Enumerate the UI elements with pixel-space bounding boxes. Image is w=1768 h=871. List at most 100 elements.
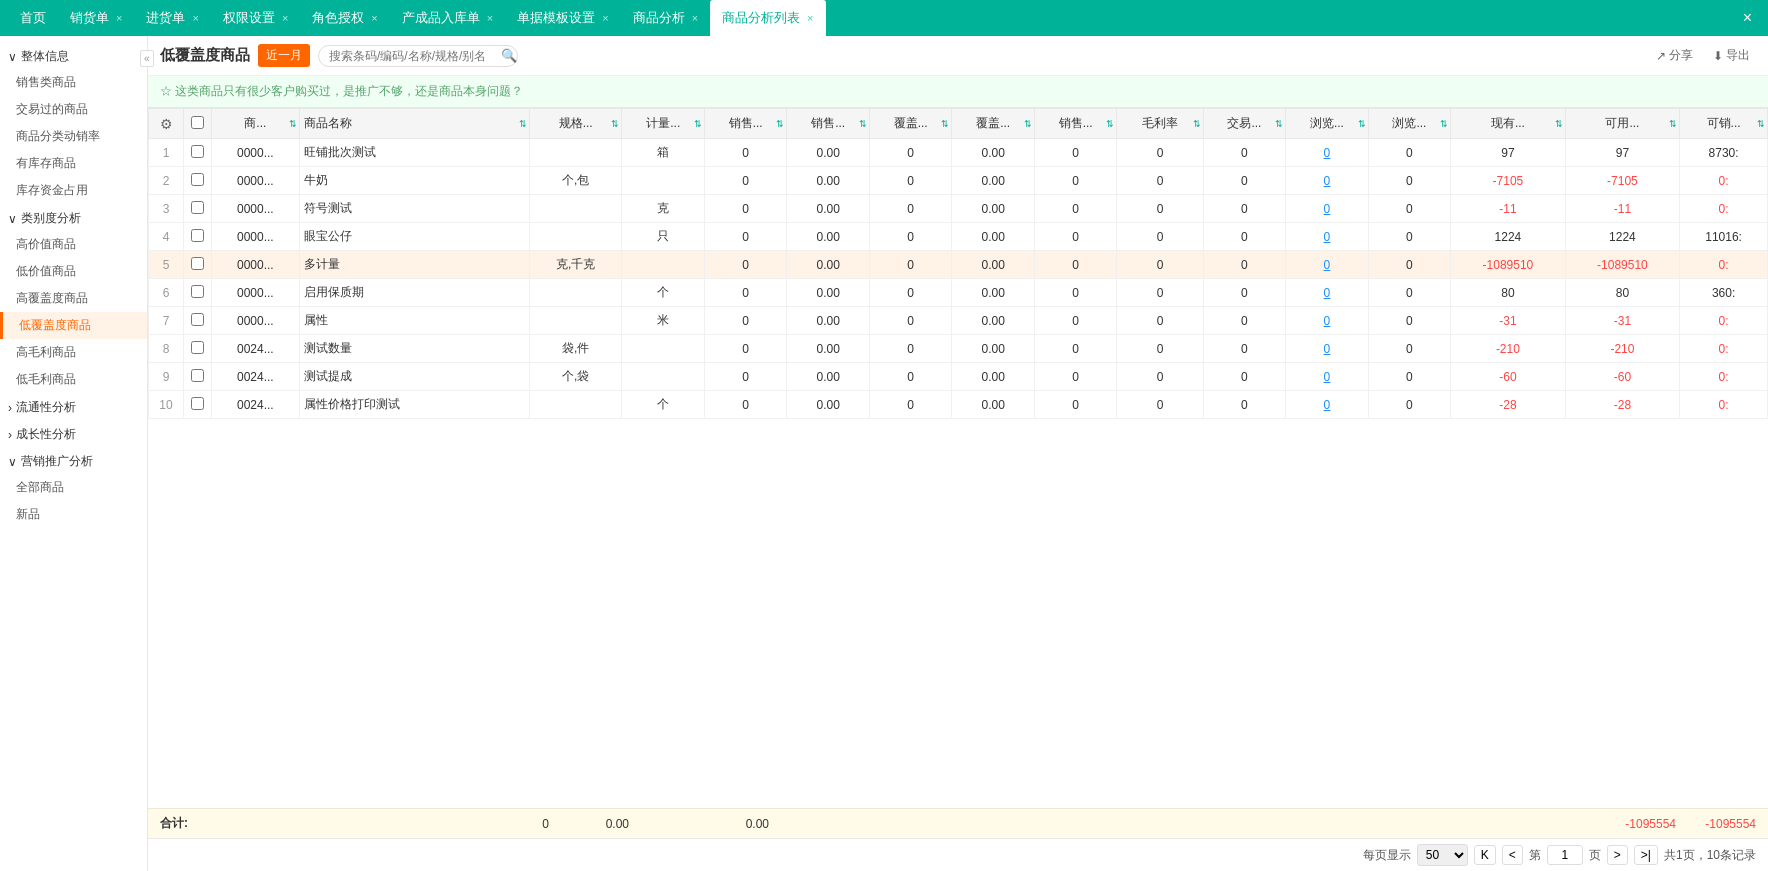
settings-icon[interactable]: ⚙ [160, 116, 173, 132]
cell-browse1[interactable]: 0 [1286, 223, 1368, 251]
select-all-checkbox[interactable] [191, 116, 204, 129]
nav-close-permission-settings[interactable]: × [282, 0, 288, 36]
cell-checkbox[interactable] [184, 167, 212, 195]
cell-checkbox[interactable] [184, 223, 212, 251]
nav-close-purchase-order[interactable]: × [192, 0, 198, 36]
cell-browse1[interactable]: 0 [1286, 391, 1368, 419]
nav-permission-settings[interactable]: 权限设置 × [211, 0, 300, 36]
nav-close-all-button[interactable]: × [1735, 9, 1760, 27]
th-available[interactable]: 可用... ⇅ [1565, 109, 1680, 139]
nav-purchase-order[interactable]: 进货单 × [134, 0, 210, 36]
nav-home[interactable]: 首页 [8, 0, 58, 36]
sidebar-item-traded-goods[interactable]: 交易过的商品 [0, 96, 147, 123]
sidebar-item-category-rate[interactable]: 商品分类动销率 [0, 123, 147, 150]
th-sales1[interactable]: 销售... ⇅ [704, 109, 786, 139]
nav-goods-analysis[interactable]: 商品分析 × [621, 0, 710, 36]
nav-close-sales-order[interactable]: × [116, 0, 122, 36]
cell-checkbox[interactable] [184, 279, 212, 307]
th-unit[interactable]: 计量... ⇅ [622, 109, 704, 139]
th-gross[interactable]: 毛利率 ⇅ [1117, 109, 1203, 139]
date-filter-button[interactable]: 近一月 [258, 44, 310, 67]
sidebar-section-growth[interactable]: › 成长性分析 [0, 420, 147, 447]
page-size-select[interactable]: 50 100 200 [1417, 844, 1468, 866]
cell-coverage1: 0 [869, 223, 951, 251]
table-container[interactable]: ⚙ 商... ⇅ 商品名称 ⇅ [148, 108, 1768, 808]
sidebar-collapse-btn[interactable]: « [140, 50, 154, 67]
nav-role-auth[interactable]: 角色授权 × [300, 0, 389, 36]
next-page-btn[interactable]: > [1607, 845, 1628, 865]
row-checkbox[interactable] [191, 313, 204, 326]
cell-browse1[interactable]: 0 [1286, 279, 1368, 307]
cell-browse1[interactable]: 0 [1286, 139, 1368, 167]
sidebar-item-stock-capital[interactable]: 库存资金占用 [0, 177, 147, 204]
sidebar-section-circulation[interactable]: › 流通性分析 [0, 393, 147, 420]
th-settings[interactable]: ⚙ [149, 109, 184, 139]
cell-checkbox[interactable] [184, 335, 212, 363]
row-checkbox[interactable] [191, 397, 204, 410]
th-current[interactable]: 现有... ⇅ [1451, 109, 1566, 139]
sidebar-section-category[interactable]: ∨ 类别度分析 [0, 204, 147, 231]
cell-checkbox[interactable] [184, 251, 212, 279]
share-button[interactable]: ↗ 分享 [1650, 44, 1699, 67]
th-sales2[interactable]: 销售... ⇅ [787, 109, 869, 139]
nav-product-stock[interactable]: 产成品入库单 × [390, 0, 505, 36]
cell-browse1[interactable]: 0 [1286, 167, 1368, 195]
th-browse1[interactable]: 浏览... ⇅ [1286, 109, 1368, 139]
row-checkbox[interactable] [191, 229, 204, 242]
last-page-btn[interactable]: >| [1634, 845, 1658, 865]
th-browse2[interactable]: 浏览... ⇅ [1368, 109, 1450, 139]
cell-checkbox[interactable] [184, 195, 212, 223]
nav-close-goods-analysis[interactable]: × [692, 0, 698, 36]
th-name[interactable]: 商品名称 ⇅ [299, 109, 529, 139]
nav-goods-analysis-list[interactable]: 商品分析列表 × [710, 0, 825, 36]
sidebar-item-sales-goods[interactable]: 销售类商品 [0, 69, 147, 96]
nav-sales-order[interactable]: 销货单 × [58, 0, 134, 36]
sidebar-item-high-coverage[interactable]: 高覆盖度商品 [0, 285, 147, 312]
cell-browse1[interactable]: 0 [1286, 307, 1368, 335]
cell-checkbox[interactable] [184, 391, 212, 419]
sidebar-item-high-gross[interactable]: 高毛利商品 [0, 339, 147, 366]
sidebar-section-overall[interactable]: ∨ 整体信息 [0, 42, 147, 69]
nav-close-product-stock[interactable]: × [487, 0, 493, 36]
cell-checkbox[interactable] [184, 139, 212, 167]
row-checkbox[interactable] [191, 341, 204, 354]
prev-page-btn[interactable]: < [1502, 845, 1523, 865]
cell-checkbox[interactable] [184, 307, 212, 335]
sidebar-item-low-gross[interactable]: 低毛利商品 [0, 366, 147, 393]
row-checkbox[interactable] [191, 145, 204, 158]
sidebar-item-low-coverage[interactable]: 低覆盖度商品 [0, 312, 147, 339]
sidebar-item-low-value[interactable]: 低价值商品 [0, 258, 147, 285]
search-icon[interactable]: 🔍 [501, 48, 517, 63]
sidebar-item-all-goods[interactable]: 全部商品 [0, 474, 147, 501]
nav-close-goods-analysis-list[interactable]: × [807, 0, 813, 36]
cell-browse1[interactable]: 0 [1286, 363, 1368, 391]
row-checkbox[interactable] [191, 201, 204, 214]
th-trade[interactable]: 交易... ⇅ [1203, 109, 1285, 139]
sidebar-item-new-goods[interactable]: 新品 [0, 501, 147, 528]
row-checkbox[interactable] [191, 285, 204, 298]
nav-template-settings[interactable]: 单据模板设置 × [505, 0, 620, 36]
th-sellable[interactable]: 可销... ⇅ [1680, 109, 1768, 139]
cell-checkbox[interactable] [184, 363, 212, 391]
th-spec[interactable]: 规格... ⇅ [529, 109, 622, 139]
first-page-btn[interactable]: K [1474, 845, 1496, 865]
cell-browse1[interactable]: 0 [1286, 335, 1368, 363]
sidebar-item-stocked-goods[interactable]: 有库存商品 [0, 150, 147, 177]
nav-close-role-auth[interactable]: × [371, 0, 377, 36]
sidebar-item-high-value[interactable]: 高价值商品 [0, 231, 147, 258]
row-checkbox[interactable] [191, 369, 204, 382]
th-code[interactable]: 商... ⇅ [212, 109, 300, 139]
search-input[interactable] [318, 45, 518, 67]
row-checkbox[interactable] [191, 257, 204, 270]
page-number-input[interactable] [1547, 845, 1583, 865]
th-checkbox[interactable] [184, 109, 212, 139]
nav-close-template-settings[interactable]: × [602, 0, 608, 36]
th-coverage1[interactable]: 覆盖... ⇅ [869, 109, 951, 139]
cell-browse1[interactable]: 0 [1286, 251, 1368, 279]
export-button[interactable]: ⬇ 导出 [1707, 44, 1756, 67]
cell-browse1[interactable]: 0 [1286, 195, 1368, 223]
th-sales3[interactable]: 销售... ⇅ [1034, 109, 1116, 139]
sidebar-section-marketing[interactable]: ∨ 营销推广分析 [0, 447, 147, 474]
row-checkbox[interactable] [191, 173, 204, 186]
th-coverage2[interactable]: 覆盖... ⇅ [952, 109, 1034, 139]
